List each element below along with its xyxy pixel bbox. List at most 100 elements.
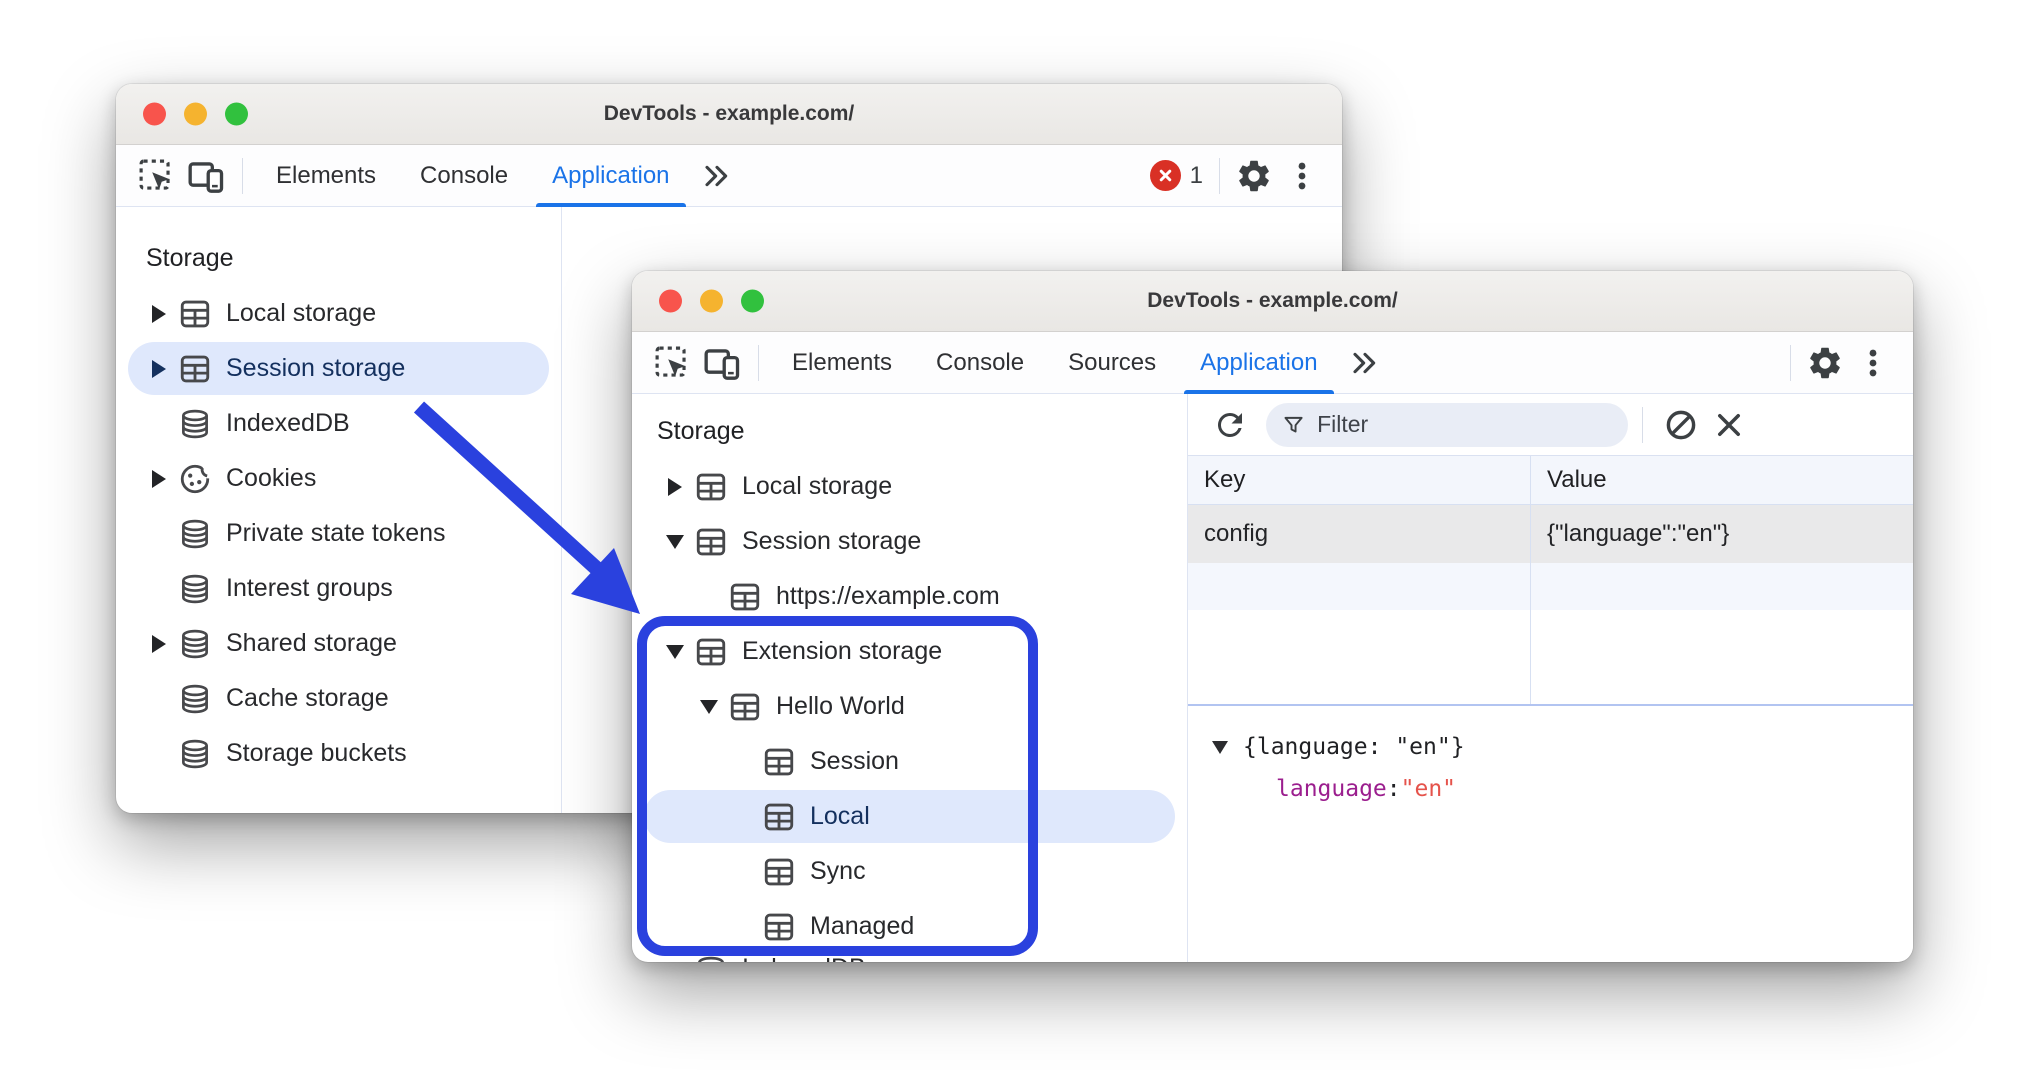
close-button[interactable] (659, 289, 682, 313)
database-icon (178, 737, 212, 771)
settings-gear-icon[interactable] (1230, 152, 1278, 200)
tree-item-local[interactable]: Local (632, 789, 1187, 844)
menu-dots-icon[interactable] (1278, 152, 1326, 200)
toolbar-divider (1790, 344, 1791, 381)
more-tabs-icon[interactable] (693, 152, 741, 200)
device-toolbar-icon[interactable] (182, 152, 230, 200)
tree-item-example-com[interactable]: https://example.com (632, 569, 1187, 624)
toolbar-divider (758, 344, 759, 381)
chevron-right-icon[interactable] (142, 304, 176, 323)
toolbar-divider (1219, 157, 1220, 194)
device-toolbar-icon[interactable] (698, 339, 746, 387)
delete-selected-icon[interactable] (1705, 401, 1753, 449)
tree-item-session-storage[interactable]: Session storage (632, 514, 1187, 569)
traffic-lights (143, 102, 248, 126)
menu-dots-icon[interactable] (1849, 339, 1897, 387)
tab-elements[interactable]: Elements (255, 145, 397, 207)
cell-value[interactable]: {"language":"en"} (1531, 505, 1913, 563)
tree-item-session-storage[interactable]: Session storage (116, 341, 561, 396)
tab-application[interactable]: Application (531, 145, 690, 207)
inspect-element-icon[interactable] (132, 152, 180, 200)
data-panel-toolbar (1188, 394, 1913, 456)
database-icon (178, 517, 212, 551)
tree-item-hello-world[interactable]: Hello World (632, 679, 1187, 734)
database-icon (178, 682, 212, 716)
storage-section-header: Storage (657, 417, 745, 445)
storage-sidebar: Storage Local storage Session storage (632, 394, 1188, 962)
property-value: "en" (1400, 776, 1457, 802)
window-title: DevTools - example.com/ (603, 102, 855, 125)
devtools-toolbar: Elements Console Sources Application (632, 332, 1913, 394)
refresh-icon[interactable] (1206, 401, 1254, 449)
storage-data-panel: Key Value config {"language":"en"} (1188, 394, 1913, 962)
titlebar[interactable]: DevTools - example.com/ (116, 84, 1342, 145)
filter-funnel-icon (1282, 412, 1305, 438)
chevron-right-icon[interactable] (658, 477, 692, 496)
tree-item-shared-storage[interactable]: Shared storage (116, 616, 561, 671)
tree-item-sync[interactable]: Sync (632, 844, 1187, 899)
tree-item-interest-groups[interactable]: Interest groups (116, 561, 561, 616)
traffic-lights (659, 289, 764, 313)
tab-application[interactable]: Application (1179, 332, 1338, 394)
table-header-row: Key Value (1188, 456, 1913, 505)
tab-console[interactable]: Console (915, 332, 1045, 394)
tab-sources[interactable]: Sources (1047, 332, 1177, 394)
preview-object-summary[interactable]: {language: "en"} (1188, 726, 1913, 768)
zoom-button[interactable] (741, 289, 764, 313)
property-separator: : (1386, 776, 1401, 802)
clear-all-icon[interactable] (1657, 401, 1705, 449)
devtools-toolbar: Elements Console Application 1 (116, 145, 1342, 207)
tree-item-private-state-tokens[interactable]: Private state tokens (116, 506, 561, 561)
property-name: language (1276, 776, 1387, 802)
more-tabs-icon[interactable] (1341, 339, 1389, 387)
chevron-down-icon[interactable] (692, 699, 726, 714)
column-header-value: Value (1547, 466, 1607, 493)
value-preview-pane: {language: "en"} language: "en" (1188, 706, 1913, 962)
preview-property-row[interactable]: language: "en" (1188, 768, 1913, 810)
expander-down-icon[interactable] (1212, 740, 1228, 754)
settings-gear-icon[interactable] (1801, 339, 1849, 387)
cookie-icon (178, 462, 212, 496)
minimize-button[interactable] (184, 102, 207, 126)
storage-tree: Storage Local storage Session storage (116, 207, 561, 781)
close-button[interactable] (143, 102, 166, 126)
tree-item-indexeddb-clipped[interactable]: IndexedDB (632, 954, 1187, 962)
tree-item-local-storage[interactable]: Local storage (632, 459, 1187, 514)
tree-item-storage-buckets[interactable]: Storage buckets (116, 726, 561, 781)
tree-item-session[interactable]: Session (632, 734, 1187, 789)
chevron-down-icon[interactable] (658, 534, 692, 549)
window-title: DevTools - example.com/ (1147, 289, 1398, 312)
tab-elements[interactable]: Elements (771, 332, 913, 394)
chevron-down-icon[interactable] (658, 644, 692, 659)
database-icon (178, 572, 212, 606)
chevron-right-icon[interactable] (142, 469, 176, 488)
filter-pill[interactable] (1266, 402, 1628, 447)
table-row-config[interactable]: config {"language":"en"} (1188, 505, 1913, 563)
zoom-button[interactable] (225, 102, 248, 126)
database-icon (694, 954, 728, 962)
table-filler (1188, 610, 1913, 704)
devtools-window-front: DevTools - example.com/ Elements Console… (632, 271, 1913, 962)
tree-item-indexeddb[interactable]: IndexedDB (116, 396, 561, 451)
inspect-element-icon[interactable] (648, 339, 696, 387)
toolbar-divider (1642, 406, 1643, 443)
minimize-button[interactable] (700, 289, 723, 313)
chevron-right-icon[interactable] (142, 634, 176, 653)
tree-item-cache-storage[interactable]: Cache storage (116, 671, 561, 726)
titlebar[interactable]: DevTools - example.com/ (632, 271, 1913, 332)
tree-item-local-storage[interactable]: Local storage (116, 286, 561, 341)
filter-input[interactable] (1315, 410, 1612, 439)
cell-key[interactable]: config (1188, 505, 1531, 563)
chevron-right-icon[interactable] (142, 359, 176, 378)
tree-item-managed[interactable]: Managed (632, 899, 1187, 954)
storage-tree: Storage Local storage Session storage (632, 394, 1187, 962)
database-icon (178, 627, 212, 661)
error-icon (1149, 160, 1181, 191)
toolbar-divider (242, 157, 243, 194)
table-row-empty[interactable] (1188, 563, 1913, 610)
tab-console[interactable]: Console (399, 145, 529, 207)
error-count: 1 (1189, 161, 1203, 189)
tree-item-cookies[interactable]: Cookies (116, 451, 561, 506)
tree-item-extension-storage[interactable]: Extension storage (632, 624, 1187, 679)
error-badge[interactable]: 1 (1149, 160, 1203, 191)
